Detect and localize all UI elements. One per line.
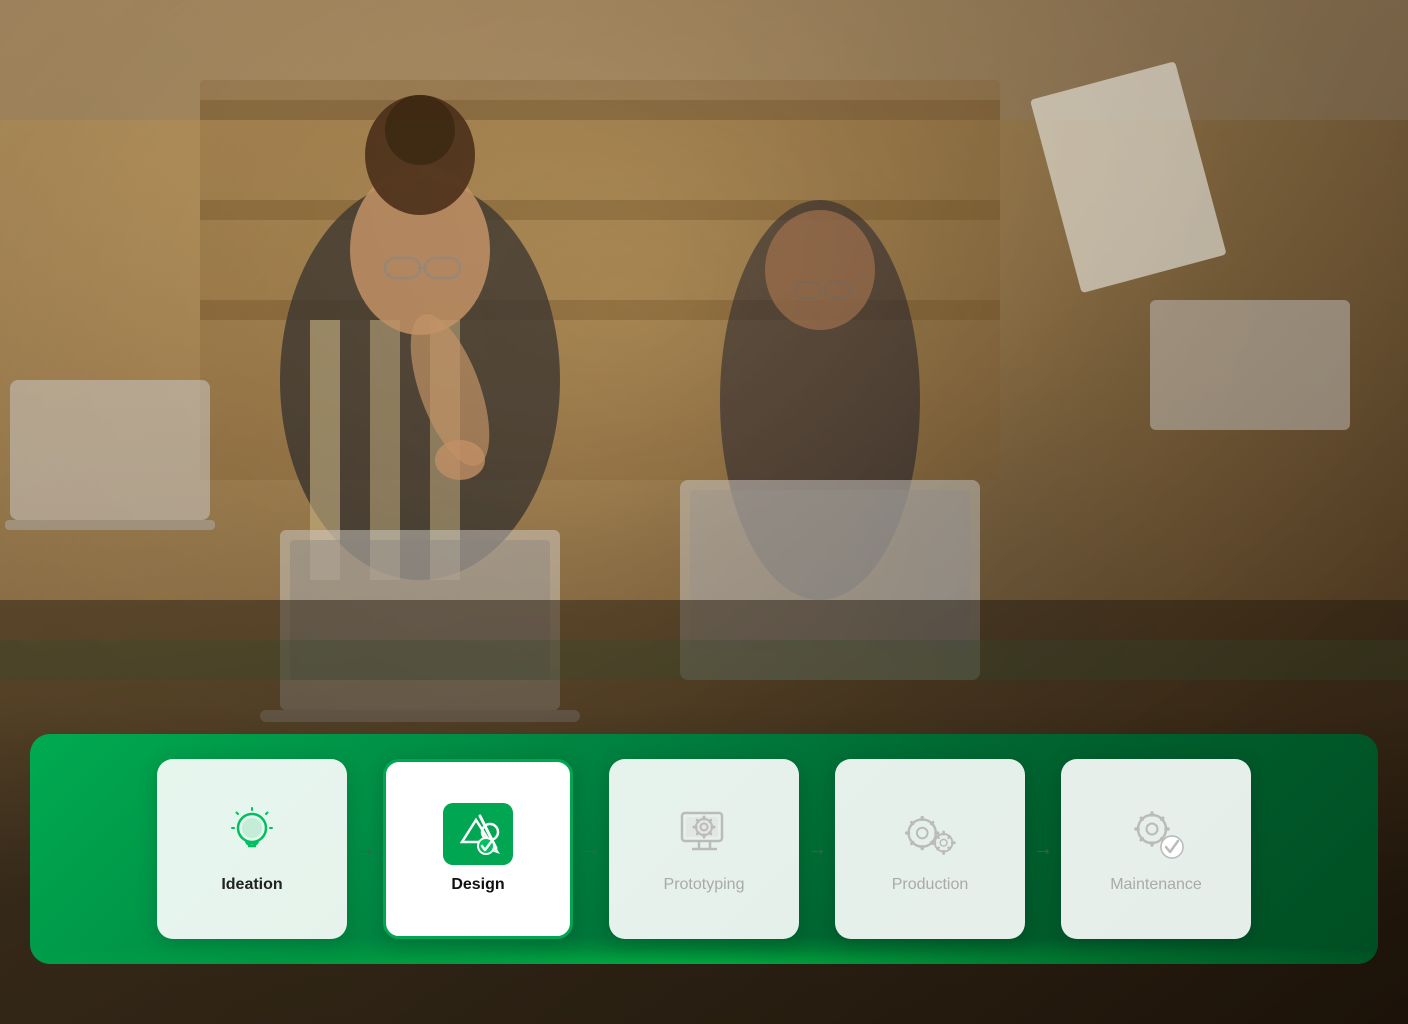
arrow-1: →: [355, 838, 375, 861]
maintenance-label: Maintenance: [1110, 876, 1202, 894]
arrow-2: →: [581, 838, 601, 861]
prototyping-label: Prototyping: [664, 876, 745, 894]
production-icon: [895, 804, 965, 864]
ideation-card[interactable]: Ideation: [157, 759, 347, 939]
process-bar: Ideation →: [30, 734, 1378, 964]
arrow-3: →: [807, 838, 827, 861]
prototyping-icon: [669, 804, 739, 864]
maintenance-card[interactable]: Maintenance: [1061, 759, 1251, 939]
arrow-4: →: [1033, 838, 1053, 861]
process-cards-container: Ideation →: [60, 759, 1348, 939]
production-card[interactable]: Production: [835, 759, 1025, 939]
ideation-icon: [217, 804, 287, 864]
design-card[interactable]: Design: [383, 759, 573, 939]
maintenance-icon: [1121, 804, 1191, 864]
design-icon: [443, 804, 513, 864]
ideation-label: Ideation: [221, 876, 282, 894]
prototyping-card[interactable]: Prototyping: [609, 759, 799, 939]
production-label: Production: [892, 876, 969, 894]
design-label: Design: [451, 876, 504, 894]
